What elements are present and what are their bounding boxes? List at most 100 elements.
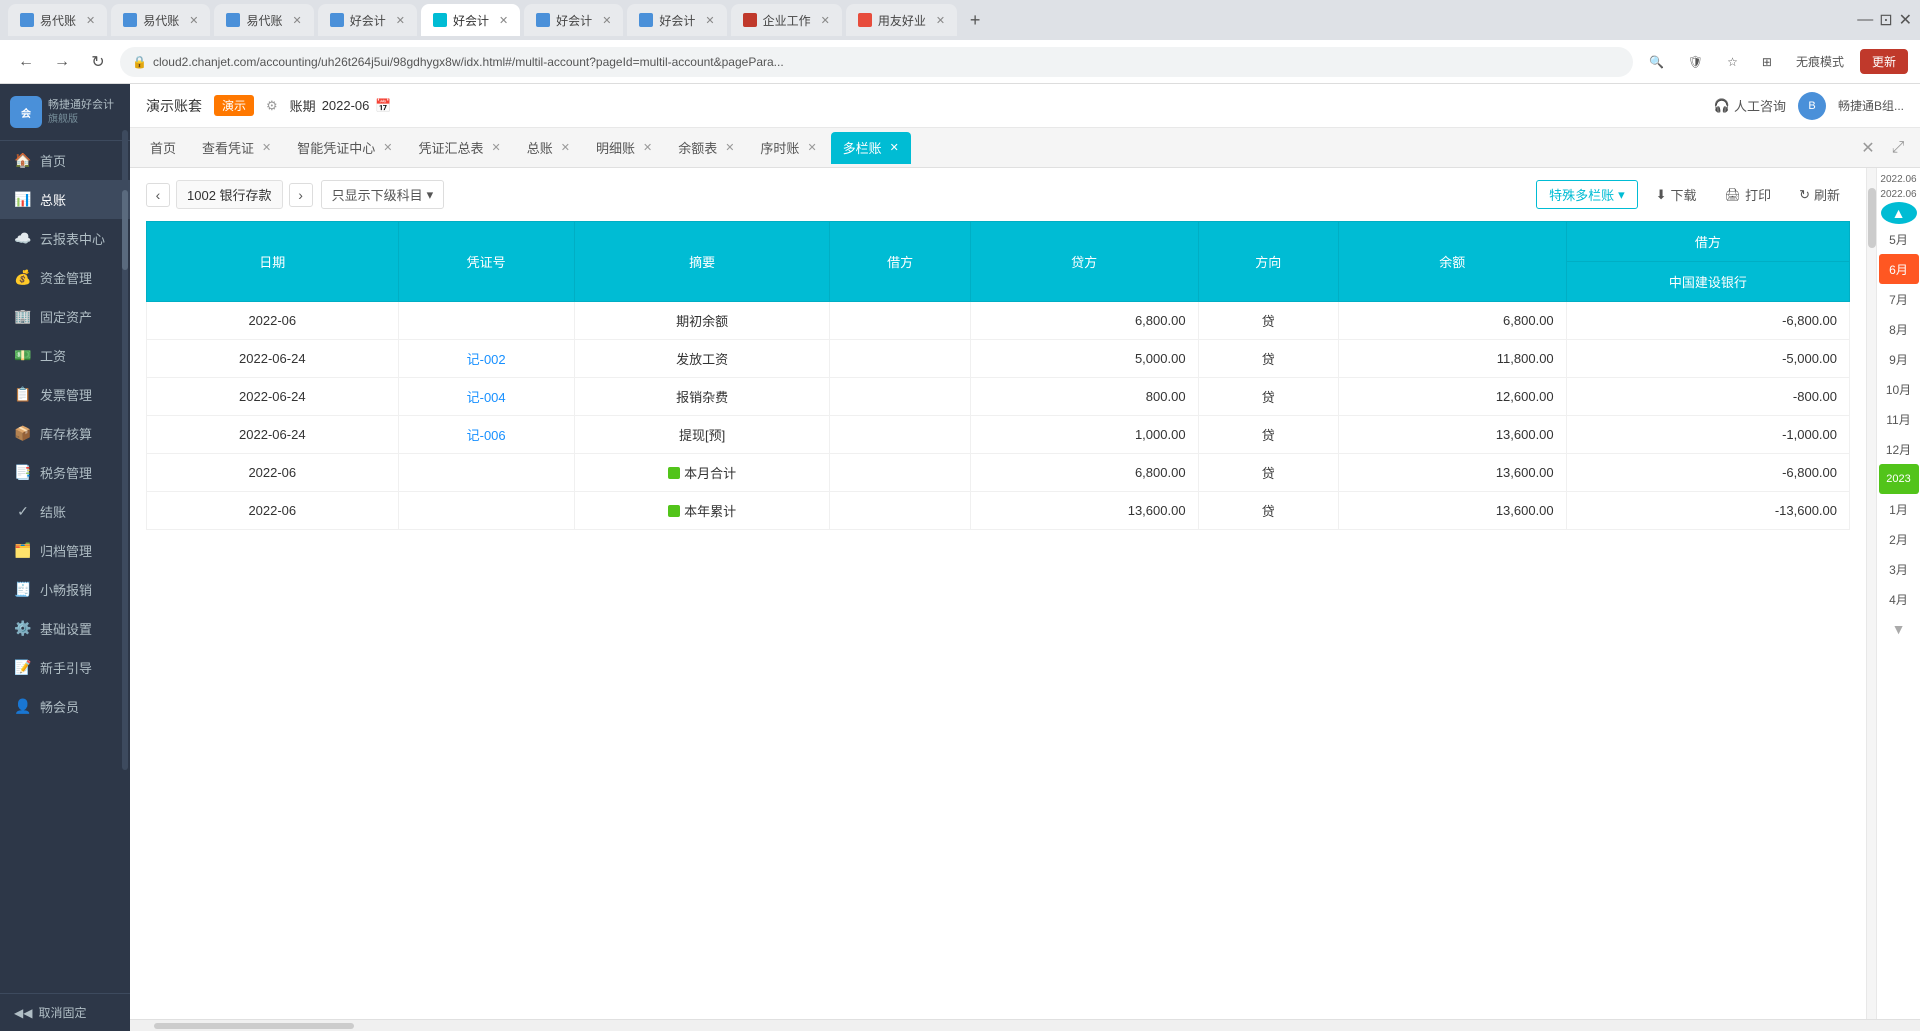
sidebar-item-expense[interactable]: 🧾 小畅报销 [0, 570, 130, 609]
month-october[interactable]: 10月 [1879, 374, 1919, 404]
tab-close-9[interactable]: ✕ [936, 14, 945, 27]
sidebar-item-tax[interactable]: 📑 税务管理 [0, 453, 130, 492]
tab-close-8[interactable]: ✕ [821, 14, 830, 27]
refresh-button[interactable]: ↻ 刷新 [1789, 181, 1850, 208]
month-mar-2023[interactable]: 3月 [1879, 554, 1919, 584]
sidebar-item-member[interactable]: 👤 畅会员 [0, 687, 130, 726]
sidebar-item-ledger[interactable]: 📊 总账 [0, 180, 130, 219]
user-avatar[interactable]: B [1798, 92, 1826, 120]
url-input[interactable]: 🔒 cloud2.chanjet.com/accounting/uh26t264… [120, 47, 1633, 77]
star-icon[interactable]: ☆ [1719, 51, 1746, 73]
sidebar-pin-button[interactable]: ◀◀ 取消固定 [0, 993, 130, 1031]
month-scroll-up-button[interactable]: ▲ [1881, 202, 1917, 224]
forward-button[interactable]: → [48, 48, 76, 76]
tab-close-detail-ledger[interactable]: ✕ [643, 141, 652, 154]
voucher-link[interactable]: 记-006 [398, 416, 574, 454]
topbar-settings-icon[interactable]: ⚙ [266, 98, 278, 114]
next-account-button[interactable]: › [289, 183, 313, 207]
month-november[interactable]: 11月 [1879, 404, 1919, 434]
month-july[interactable]: 7月 [1879, 284, 1919, 314]
tab-balance[interactable]: 余额表 ✕ [666, 132, 746, 164]
month-may[interactable]: 5月 [1879, 224, 1919, 254]
month-august[interactable]: 8月 [1879, 314, 1919, 344]
month-jan-2023[interactable]: 1月 [1879, 494, 1919, 524]
browser-tab-6[interactable]: 好会计 ✕ [524, 4, 623, 36]
close-browser-button[interactable]: ✕ [1899, 10, 1912, 30]
tab-close-balance[interactable]: ✕ [725, 141, 734, 154]
sidebar-item-inventory[interactable]: 📦 库存核算 [0, 414, 130, 453]
filter-button[interactable]: 只显示下级科目 ▾ [321, 180, 445, 209]
sidebar-item-assets[interactable]: 🏢 固定资产 [0, 297, 130, 336]
shield-icon[interactable]: 🛡 [1680, 51, 1711, 73]
voucher-link[interactable]: 记-002 [398, 340, 574, 378]
browser-tab-7[interactable]: 好会计 ✕ [627, 4, 726, 36]
credit-cell: 1,000.00 [970, 416, 1198, 454]
sidebar-item-guide[interactable]: 📝 新手引导 [0, 648, 130, 687]
browser-tab-5[interactable]: 好会计 ✕ [421, 4, 520, 36]
close-all-tabs-button[interactable]: ✕ [1854, 134, 1882, 162]
tab-close-voucher-summary[interactable]: ✕ [492, 141, 501, 154]
sidebar-item-reports[interactable]: ☁️ 云报表中心 [0, 219, 130, 258]
tab-close-4[interactable]: ✕ [396, 14, 405, 27]
tab-close-general-ledger[interactable]: ✕ [561, 141, 570, 154]
tab-close-smart-voucher[interactable]: ✕ [383, 141, 392, 154]
tab-close-3[interactable]: ✕ [292, 14, 301, 27]
browser-tab-1[interactable]: 易代账 ✕ [8, 4, 107, 36]
tab-close-5[interactable]: ✕ [499, 14, 508, 27]
sidebar-item-settings[interactable]: ⚙️ 基础设置 [0, 609, 130, 648]
tab-home[interactable]: 首页 [138, 132, 188, 164]
month-apr-2023[interactable]: 4月 [1879, 584, 1919, 614]
back-button[interactable]: ← [12, 48, 40, 76]
update-button[interactable]: 更新 [1860, 49, 1908, 74]
tab-close-1[interactable]: ✕ [86, 14, 95, 27]
tab-close-sequence-ledger[interactable]: ✕ [807, 141, 816, 154]
sidebar-item-home[interactable]: 🏠 首页 [0, 141, 130, 180]
sidebar-scrollbar[interactable] [122, 130, 128, 770]
month-september[interactable]: 9月 [1879, 344, 1919, 374]
tab-close-6[interactable]: ✕ [602, 14, 611, 27]
special-multi-column-button[interactable]: 特殊多栏账 ▾ [1536, 180, 1638, 209]
bottom-scrollbar[interactable] [130, 1019, 1920, 1031]
tab-general-ledger[interactable]: 总账 ✕ [515, 132, 582, 164]
tab-close-7[interactable]: ✕ [705, 14, 714, 27]
month-scroll-down-button[interactable]: ▼ [1881, 618, 1917, 640]
extensions-icon[interactable]: ⊞ [1754, 51, 1780, 73]
voucher-link[interactable]: 记-004 [398, 378, 574, 416]
download-button[interactable]: ⬇ 下载 [1646, 181, 1707, 208]
tab-close-view-voucher[interactable]: ✕ [262, 141, 271, 154]
sidebar-item-archive[interactable]: 🗂️ 归档管理 [0, 531, 130, 570]
browser-tab-9[interactable]: 用友好业 ✕ [846, 4, 957, 36]
tab-close-multi-column[interactable]: ✕ [890, 141, 899, 154]
scroll-thumb[interactable] [154, 1023, 354, 1029]
browser-tab-4[interactable]: 好会计 ✕ [318, 4, 417, 36]
tab-view-voucher[interactable]: 查看凭证 ✕ [190, 132, 283, 164]
col-sub-bank: 中国建设银行 [1566, 262, 1849, 302]
period-selector[interactable]: 账期 2022-06 📅 [290, 96, 392, 115]
tab-smart-voucher[interactable]: 智能凭证中心 ✕ [285, 132, 404, 164]
search-icon[interactable]: 🔍 [1641, 51, 1672, 73]
tab-close-2[interactable]: ✕ [189, 14, 198, 27]
support-button[interactable]: 🎧 人工咨询 [1714, 96, 1786, 115]
sidebar-item-invoice[interactable]: 📋 发票管理 [0, 375, 130, 414]
sidebar-item-close[interactable]: ✓ 结账 [0, 492, 130, 531]
expand-button[interactable]: ⤢ [1884, 134, 1912, 162]
month-feb-2023[interactable]: 2月 [1879, 524, 1919, 554]
tab-multi-column[interactable]: 多栏账 ✕ [831, 132, 911, 164]
sidebar-item-salary[interactable]: 💵 工资 [0, 336, 130, 375]
tab-voucher-summary[interactable]: 凭证汇总表 ✕ [406, 132, 512, 164]
browser-tab-8[interactable]: 企业工作 ✕ [731, 4, 842, 36]
minimize-button[interactable]: — [1857, 11, 1873, 29]
sidebar-item-funds[interactable]: 💰 资金管理 [0, 258, 130, 297]
browser-tab-2[interactable]: 易代账 ✕ [111, 4, 210, 36]
print-button[interactable]: 🖨 打印 [1715, 181, 1782, 208]
restore-button[interactable]: ⊡ [1879, 10, 1892, 30]
tab-sequence-ledger[interactable]: 序时账 ✕ [748, 132, 828, 164]
refresh-nav-button[interactable]: ↻ [84, 48, 112, 76]
tab-detail-ledger[interactable]: 明细账 ✕ [584, 132, 664, 164]
month-december[interactable]: 12月 [1879, 434, 1919, 464]
new-tab-button[interactable]: + [961, 6, 989, 34]
prev-account-button[interactable]: ‹ [146, 183, 170, 207]
vertical-scrollbar[interactable] [1866, 168, 1876, 1019]
browser-tab-3[interactable]: 易代账 ✕ [214, 4, 313, 36]
month-june[interactable]: 6月 [1879, 254, 1919, 284]
